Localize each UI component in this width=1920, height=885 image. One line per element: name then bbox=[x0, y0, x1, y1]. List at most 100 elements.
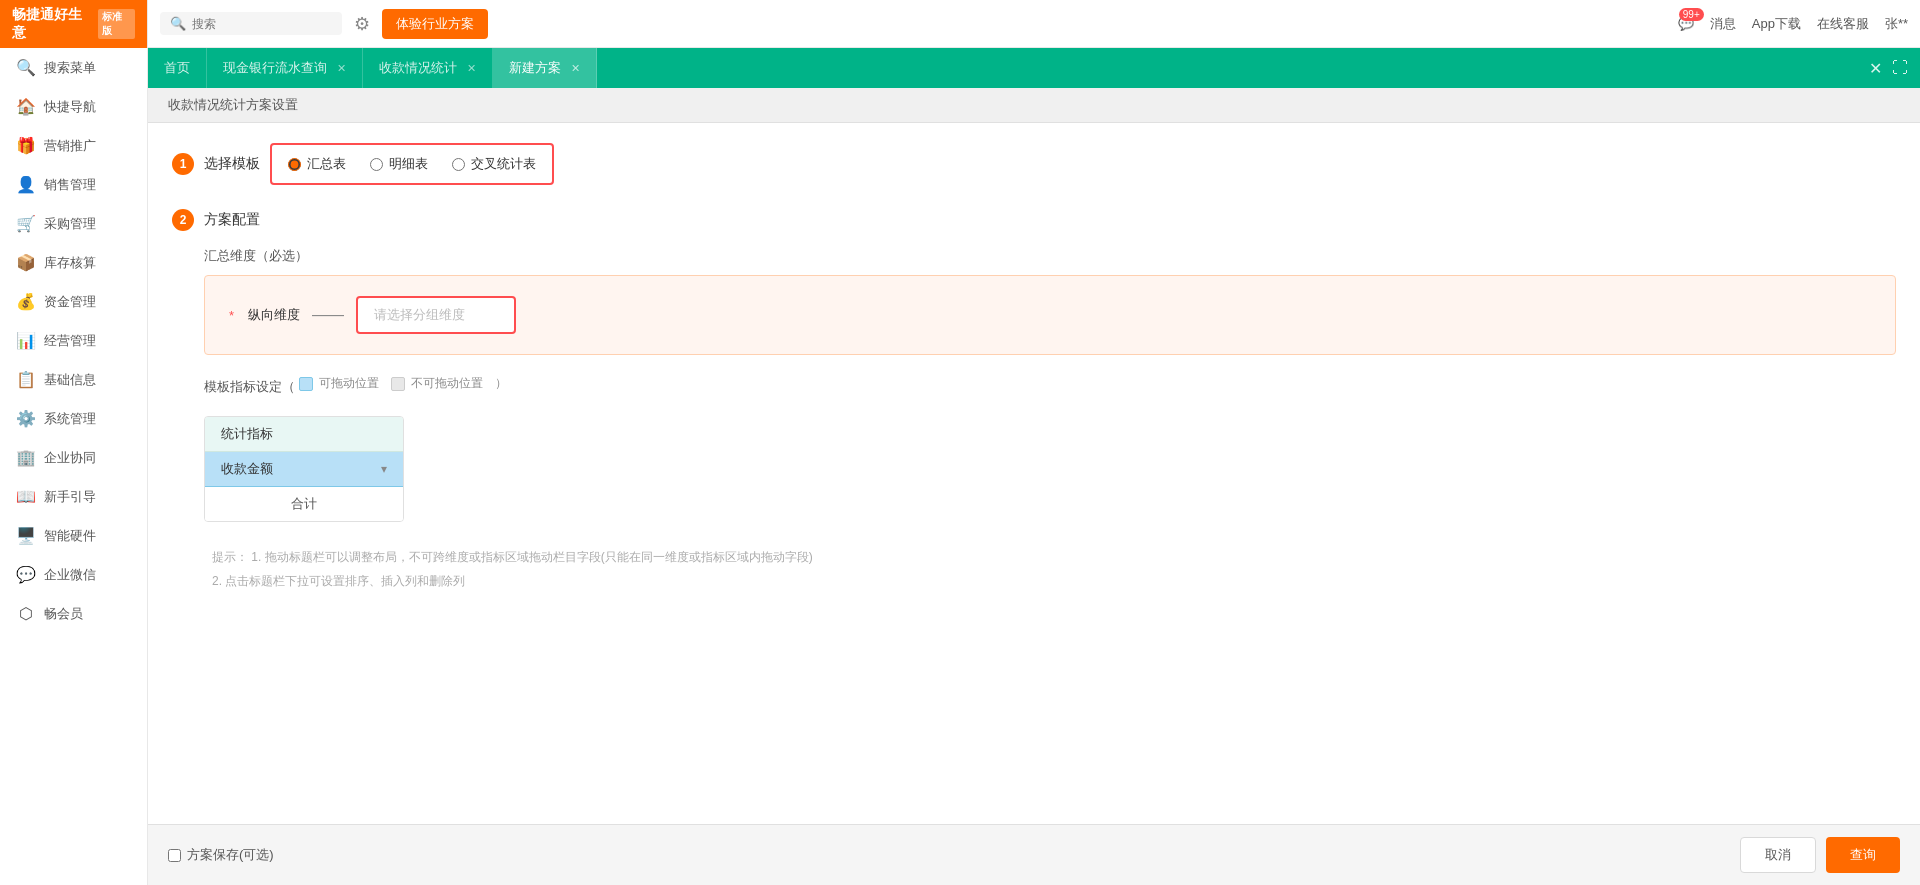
sidebar-item-finance[interactable]: 💰 资金管理 bbox=[0, 282, 147, 321]
sidebar-item-basic[interactable]: 📋 基础信息 bbox=[0, 360, 147, 399]
option-detail-label: 明细表 bbox=[389, 155, 428, 173]
sidebar-item-member[interactable]: ⬡ 畅会员 bbox=[0, 594, 147, 633]
metric-dropdown-label: 收款金额 bbox=[221, 460, 273, 478]
save-label: 方案保存(可选) bbox=[187, 846, 274, 864]
tab-home-label: 首页 bbox=[164, 59, 190, 77]
metric-dropdown-row[interactable]: 收款金额 ▾ bbox=[205, 452, 403, 487]
box-icon: 📦 bbox=[16, 253, 36, 272]
option-summary[interactable]: 汇总表 bbox=[288, 155, 346, 173]
sidebar-item-quick-nav[interactable]: 🏠 快捷导航 bbox=[0, 87, 147, 126]
sidebar-item-purchase[interactable]: 🛒 采购管理 bbox=[0, 204, 147, 243]
step2-title: 方案配置 bbox=[204, 211, 260, 229]
user-name[interactable]: 张** bbox=[1885, 15, 1908, 33]
logo-text: 畅捷通好生意 bbox=[12, 6, 94, 42]
sidebar-item-label: 新手引导 bbox=[44, 488, 96, 506]
sidebar-item-label: 采购管理 bbox=[44, 215, 96, 233]
home-icon: 🏠 bbox=[16, 97, 36, 116]
metric-cell-total: 合计 bbox=[205, 487, 403, 521]
dimension-section-label: 汇总维度（必选） bbox=[204, 247, 1896, 265]
online-support-btn[interactable]: 在线客服 bbox=[1817, 15, 1869, 33]
chart-icon: 📊 bbox=[16, 331, 36, 350]
query-button[interactable]: 查询 bbox=[1826, 837, 1900, 873]
tip1-text: 1. 拖动标题栏可以调整布局，不可跨维度或指标区域拖动栏目字段(只能在同一维度或… bbox=[251, 550, 812, 564]
tab-collection-stats-label: 收款情况统计 bbox=[379, 59, 457, 77]
tab-bank-flow-close[interactable]: ✕ bbox=[337, 62, 346, 75]
sidebar-item-enterprise[interactable]: 🏢 企业协同 bbox=[0, 438, 147, 477]
tab-bank-flow[interactable]: 现金银行流水查询 ✕ bbox=[207, 48, 363, 88]
dimension-placeholder: 请选择分组维度 bbox=[374, 307, 465, 322]
main-area: 🔍 ⚙ 体验行业方案 💬 99+ 消息 App下载 在线客服 张** 首页 现金… bbox=[148, 0, 1920, 885]
tip-prefix: 提示： bbox=[212, 550, 248, 564]
fixed-dot bbox=[391, 377, 405, 391]
trial-btn[interactable]: 体验行业方案 bbox=[382, 9, 488, 39]
option-cross[interactable]: 交叉统计表 bbox=[452, 155, 536, 173]
tab-actions: ✕ ⛶ bbox=[1857, 48, 1920, 88]
radio-summary[interactable] bbox=[288, 158, 301, 171]
cancel-button[interactable]: 取消 bbox=[1740, 837, 1816, 873]
step1-num: 1 bbox=[172, 153, 194, 175]
tip1: 提示： 1. 拖动标题栏可以调整布局，不可跨维度或指标区域拖动栏目字段(只能在同… bbox=[204, 545, 1896, 569]
arrow: —— bbox=[312, 306, 344, 324]
breadcrumb-text: 收款情况统计方案设置 bbox=[168, 97, 298, 112]
indicator-legend: 可拖动位置 不可拖动位置 ） bbox=[299, 375, 507, 392]
draggable-dot bbox=[299, 377, 313, 391]
step1-title: 选择模板 bbox=[204, 155, 260, 173]
sidebar-item-label: 销售管理 bbox=[44, 176, 96, 194]
sidebar: 畅捷通好生意 标准版 🔍 搜索菜单 🏠 快捷导航 🎁 营销推广 👤 销售管理 🛒… bbox=[0, 0, 148, 885]
legend-suffix: ） bbox=[495, 375, 507, 392]
maximize-icon[interactable]: ⛶ bbox=[1892, 59, 1908, 77]
vertical-dimension-row: * 纵向维度 —— 请选择分组维度 bbox=[229, 296, 1871, 334]
tab-new-plan-label: 新建方案 bbox=[509, 59, 561, 77]
tab-home[interactable]: 首页 bbox=[148, 48, 207, 88]
close-window-icon[interactable]: ✕ bbox=[1869, 59, 1882, 78]
template-options: 汇总表 明细表 交叉统计表 bbox=[270, 143, 554, 185]
sidebar-item-search-menu[interactable]: 🔍 搜索菜单 bbox=[0, 48, 147, 87]
save-option-checkbox[interactable]: 方案保存(可选) bbox=[168, 846, 274, 864]
sidebar-item-wechat[interactable]: 💬 企业微信 bbox=[0, 555, 147, 594]
tab-collection-stats[interactable]: 收款情况统计 ✕ bbox=[363, 48, 493, 88]
radio-detail[interactable] bbox=[370, 158, 383, 171]
tab-collection-stats-close[interactable]: ✕ bbox=[467, 62, 476, 75]
cart-icon: 🛒 bbox=[16, 214, 36, 233]
sidebar-logo: 畅捷通好生意 标准版 bbox=[0, 0, 147, 48]
user-icon: 👤 bbox=[16, 175, 36, 194]
app-download-btn[interactable]: App下载 bbox=[1752, 15, 1801, 33]
book-icon: 📖 bbox=[16, 487, 36, 506]
legend-draggable: 可拖动位置 bbox=[299, 375, 379, 392]
metric-dropdown-arrow[interactable]: ▾ bbox=[381, 462, 387, 476]
sidebar-item-hardware[interactable]: 🖥️ 智能硬件 bbox=[0, 516, 147, 555]
dimension-select[interactable]: 请选择分组维度 bbox=[356, 296, 516, 334]
sidebar-item-inventory[interactable]: 📦 库存核算 bbox=[0, 243, 147, 282]
tab-new-plan[interactable]: 新建方案 ✕ bbox=[493, 48, 597, 88]
sidebar-item-marketing[interactable]: 🎁 营销推广 bbox=[0, 126, 147, 165]
metric-table-header: 统计指标 bbox=[205, 417, 403, 452]
option-detail[interactable]: 明细表 bbox=[370, 155, 428, 173]
legend-draggable-label: 可拖动位置 bbox=[319, 375, 379, 392]
tabbar: 首页 现金银行流水查询 ✕ 收款情况统计 ✕ 新建方案 ✕ ✕ ⛶ bbox=[148, 48, 1920, 88]
tip2: 2. 点击标题栏下拉可设置排序、插入列和删除列 bbox=[204, 569, 1896, 593]
tab-new-plan-close[interactable]: ✕ bbox=[571, 62, 580, 75]
messages-btn[interactable]: 💬 99+ bbox=[1678, 16, 1694, 31]
settings-icon[interactable]: ⚙ bbox=[354, 13, 370, 35]
sidebar-item-label: 企业微信 bbox=[44, 566, 96, 584]
search-menu-icon: 🔍 bbox=[16, 58, 36, 77]
metric-section-label: 统计指标 bbox=[221, 426, 273, 441]
radio-cross[interactable] bbox=[452, 158, 465, 171]
sidebar-item-operations[interactable]: 📊 经营管理 bbox=[0, 321, 147, 360]
sidebar-item-system[interactable]: ⚙️ 系统管理 bbox=[0, 399, 147, 438]
step2-header: 2 方案配置 bbox=[172, 209, 1896, 231]
sidebar-item-label: 快捷导航 bbox=[44, 98, 96, 116]
sidebar-item-label: 库存核算 bbox=[44, 254, 96, 272]
sidebar-item-sales[interactable]: 👤 销售管理 bbox=[0, 165, 147, 204]
gift-icon: 🎁 bbox=[16, 136, 36, 155]
topbar-right: 💬 99+ 消息 App下载 在线客服 张** bbox=[1678, 15, 1908, 33]
save-checkbox[interactable] bbox=[168, 849, 181, 862]
search-input[interactable] bbox=[192, 17, 332, 31]
indicator-section: 模板指标设定（ 可拖动位置 不可拖动位置 bbox=[204, 375, 1896, 593]
messages-label: 消息 bbox=[1710, 15, 1736, 33]
money-icon: 💰 bbox=[16, 292, 36, 311]
search-box[interactable]: 🔍 bbox=[160, 12, 342, 35]
sidebar-item-guide[interactable]: 📖 新手引导 bbox=[0, 477, 147, 516]
config-body: 汇总维度（必选） * 纵向维度 —— 请选择分组维度 bbox=[204, 247, 1896, 593]
legend-fixed: 不可拖动位置 bbox=[391, 375, 483, 392]
